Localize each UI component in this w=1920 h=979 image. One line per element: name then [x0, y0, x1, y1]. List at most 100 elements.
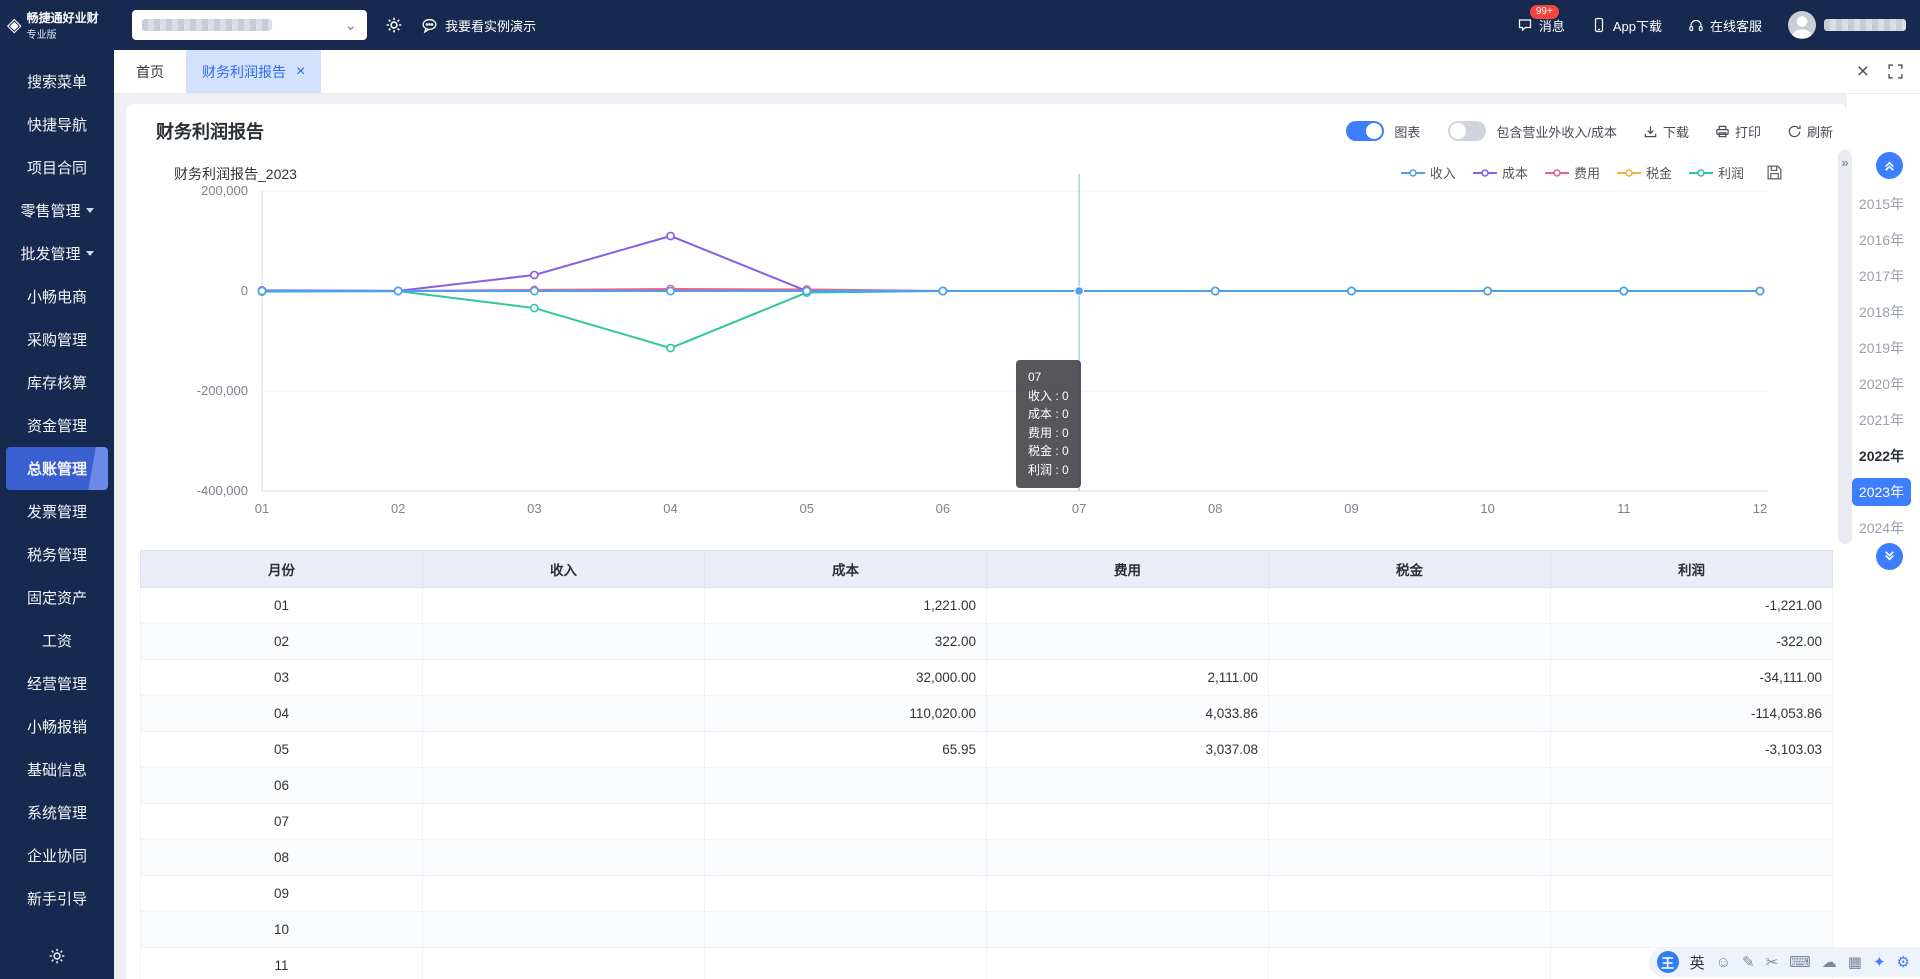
- sidebar-item-快捷导航[interactable]: 快捷导航: [6, 103, 108, 146]
- chart-canvas[interactable]: 200,000 0 -200,000 -400,000 01 02 03 04 05 06 07 08…: [126, 150, 1847, 532]
- refresh-button[interactable]: 刷新: [1787, 122, 1833, 141]
- user-menu[interactable]: [1788, 11, 1906, 39]
- value-cell: 1,221.00: [704, 587, 987, 624]
- sidebar-item-经营管理[interactable]: 经营管理: [6, 662, 108, 705]
- chevron-down-icon: [85, 208, 94, 213]
- keyboard-icon[interactable]: ⌨: [1789, 955, 1811, 970]
- year-label: 2018年: [1858, 304, 1905, 320]
- year-item-2024年[interactable]: 2024年: [1847, 510, 1916, 546]
- settings-gear-icon[interactable]: [385, 16, 403, 34]
- year-item-2021年[interactable]: 2021年: [1847, 402, 1916, 438]
- language-mode-indicator[interactable]: 英: [1690, 952, 1705, 973]
- download-button[interactable]: 下载: [1643, 122, 1689, 141]
- svg-text:200,000: 200,000: [201, 183, 248, 198]
- close-tab-icon[interactable]: ×: [296, 63, 305, 80]
- tab-financial-profit-report[interactable]: 财务利润报告 ×: [186, 50, 322, 93]
- print-button[interactable]: 打印: [1715, 122, 1761, 141]
- handwriting-pencil-icon[interactable]: ✎: [1742, 955, 1755, 970]
- svg-text:-200,000: -200,000: [197, 383, 248, 398]
- table-row-month-07[interactable]: 07: [140, 803, 1833, 840]
- value-cell: 32,000.00: [704, 659, 987, 696]
- cloud-input-icon[interactable]: ☁: [1822, 955, 1837, 970]
- svg-text:09: 09: [1344, 501, 1358, 516]
- sidebar-item-系统管理[interactable]: 系统管理: [6, 791, 108, 834]
- ime-settings-gear-icon[interactable]: ⚙: [1897, 955, 1910, 970]
- table-row-month-04[interactable]: 04 110,020.00 4,033.86 -114,053.86: [140, 695, 1833, 732]
- include-nonoperating-toggle[interactable]: [1448, 121, 1487, 141]
- sidebar-item-项目合同[interactable]: 项目合同: [6, 146, 108, 189]
- value-cell: [422, 623, 705, 660]
- year-item-2019年[interactable]: 2019年: [1847, 330, 1916, 366]
- table-row-month-03[interactable]: 03 32,000.00 2,111.00 -34,111.00: [140, 659, 1833, 696]
- sidebar-item-批发管理[interactable]: 批发管理: [6, 232, 108, 275]
- sidebar-item-税务管理[interactable]: 税务管理: [6, 533, 108, 576]
- year-item-2018年[interactable]: 2018年: [1847, 294, 1916, 330]
- chart-toggle-label: 图表: [1394, 124, 1421, 140]
- chevron-down-icon: ⌄: [344, 16, 357, 34]
- sidebar-item-资金管理[interactable]: 资金管理: [6, 404, 108, 447]
- toolbox-star-icon[interactable]: ✦: [1873, 955, 1886, 970]
- fullscreen-icon[interactable]: [1887, 63, 1904, 80]
- value-cell: [1268, 587, 1551, 624]
- svg-text:03: 03: [527, 501, 541, 516]
- sidebar-item-工资[interactable]: 工资: [6, 619, 108, 662]
- sidebar-item-搜索菜单[interactable]: 搜索菜单: [6, 60, 108, 103]
- sidebar-item-采购管理[interactable]: 采购管理: [6, 318, 108, 361]
- sidebar-item-label: 零售管理: [20, 203, 81, 220]
- sogou-input-logo[interactable]: 王: [1656, 951, 1679, 973]
- sidebar-item-小畅电商[interactable]: 小畅电商: [6, 275, 108, 318]
- year-item-2016年[interactable]: 2016年: [1847, 222, 1916, 258]
- brand-diamond-icon: ◈: [7, 14, 22, 36]
- collapse-year-panel-icon[interactable]: »: [1841, 155, 1848, 170]
- sidebar-settings-gear-icon[interactable]: [0, 933, 114, 979]
- table-row-month-08[interactable]: 08: [140, 839, 1833, 876]
- sidebar-item-总账管理[interactable]: 总账管理: [6, 447, 108, 490]
- sidebar-item-小畅报销[interactable]: 小畅报销: [6, 705, 108, 748]
- svg-text:02: 02: [391, 501, 405, 516]
- value-cell: [422, 695, 705, 732]
- value-cell: [986, 875, 1269, 912]
- year-item-2020年[interactable]: 2020年: [1847, 366, 1916, 402]
- sidebar-item-固定资产[interactable]: 固定资产: [6, 576, 108, 619]
- org-select[interactable]: ⌄: [132, 10, 367, 40]
- tab-home[interactable]: 首页: [114, 50, 186, 93]
- table-row-month-10[interactable]: 10: [140, 911, 1833, 948]
- year-item-2023年[interactable]: 2023年: [1847, 474, 1916, 510]
- chart-toggle[interactable]: [1346, 121, 1385, 141]
- sidebar-item-label: 基础信息: [26, 762, 87, 779]
- sidebar-item-基础信息[interactable]: 基础信息: [6, 748, 108, 791]
- support-button[interactable]: 在线客服: [1688, 16, 1762, 35]
- table-row-month-05[interactable]: 05 65.95 3,037.08 -3,103.03: [140, 731, 1833, 768]
- sidebar-item-发票管理[interactable]: 发票管理: [6, 490, 108, 533]
- year-item-2022年[interactable]: 2022年: [1847, 438, 1916, 474]
- table-row-month-06[interactable]: 06: [140, 767, 1833, 804]
- sidebar-item-企业协同[interactable]: 企业协同: [6, 834, 108, 877]
- sidebar-item-新手引导[interactable]: 新手引导: [6, 877, 108, 920]
- table-row-month-11[interactable]: 11: [140, 947, 1833, 979]
- close-icon[interactable]: ×: [1857, 61, 1869, 82]
- speech-bubble-icon: [421, 17, 438, 34]
- ime-toolbar: 王 英 ☺ ✎ ✂ ⌨ ☁ ▦ ✦ ⚙: [1648, 947, 1920, 977]
- sidebar-item-库存核算[interactable]: 库存核算: [6, 361, 108, 404]
- scroll-years-up-button[interactable]: [1876, 152, 1903, 179]
- table-row-month-02[interactable]: 02 322.00 -322.00: [140, 623, 1833, 660]
- skin-grid-icon[interactable]: ▦: [1848, 955, 1862, 970]
- year-item-2017年[interactable]: 2017年: [1847, 258, 1916, 294]
- messages-button[interactable]: 消息 99+: [1517, 4, 1565, 35]
- year-label: 2021年: [1858, 412, 1905, 428]
- screenshot-scissors-icon[interactable]: ✂: [1766, 955, 1779, 970]
- sidebar-item-label: 小畅电商: [26, 289, 87, 306]
- emoji-icon[interactable]: ☺: [1716, 955, 1731, 970]
- table-row-month-09[interactable]: 09: [140, 875, 1833, 912]
- table-row-month-01[interactable]: 01 1,221.00 -1,221.00: [140, 587, 1833, 624]
- app-download-button[interactable]: App下载: [1591, 16, 1662, 35]
- app-logo[interactable]: ◈ 畅捷通好业财 专业版: [0, 0, 114, 50]
- value-cell: [986, 911, 1269, 948]
- value-cell: [1268, 875, 1551, 912]
- sidebar-item-label: 发票管理: [26, 504, 87, 521]
- sidebar-item-零售管理[interactable]: 零售管理: [6, 189, 108, 232]
- year-item-2015年[interactable]: 2015年: [1847, 186, 1916, 222]
- scroll-years-down-button[interactable]: [1876, 543, 1903, 570]
- value-cell: 4,033.86: [986, 695, 1269, 732]
- demo-link[interactable]: 我要看实例演示: [421, 16, 536, 35]
